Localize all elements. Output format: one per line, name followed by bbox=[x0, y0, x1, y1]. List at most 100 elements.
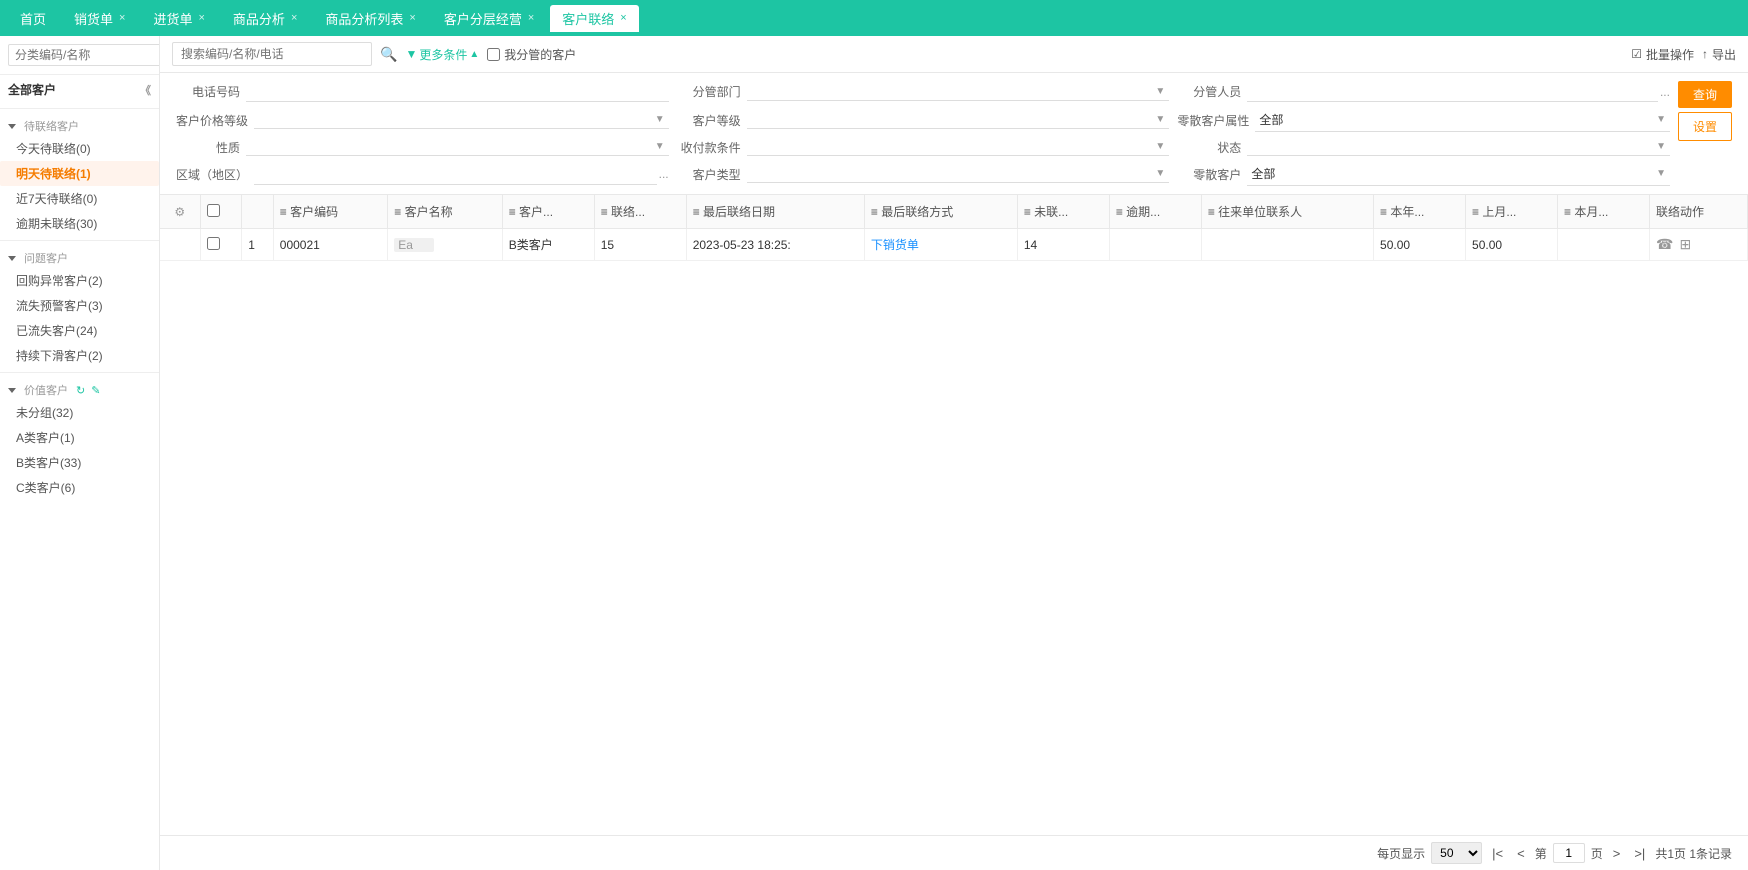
last-method-link[interactable]: 下销货单 bbox=[871, 238, 919, 252]
sidebar-all-customers[interactable]: 全部客户 《 bbox=[0, 75, 159, 104]
region-more-icon[interactable]: ... bbox=[659, 167, 669, 181]
filter-bar: 🔍 ▼ 更多条件 ▲ 我分管的客户 ☑ 批量操作 ↑ 导出 bbox=[160, 36, 1748, 73]
payment-select[interactable]: ▼ bbox=[747, 138, 1170, 156]
price-level-select[interactable]: ▼ bbox=[254, 111, 669, 129]
row-this-month-cell bbox=[1558, 229, 1650, 261]
sidebar-divider-2 bbox=[0, 240, 159, 241]
row-overdue-cell bbox=[1109, 229, 1201, 261]
dept-select[interactable]: ▼ bbox=[747, 83, 1170, 101]
retail-attr-select[interactable]: 全部 ▼ bbox=[1255, 108, 1670, 132]
page-last-button[interactable]: >| bbox=[1630, 844, 1649, 863]
page-next-button[interactable]: > bbox=[1609, 844, 1625, 863]
sidebar-item-today[interactable]: 今天待联络(0) bbox=[0, 136, 159, 161]
nav-customer-contact-close[interactable]: × bbox=[620, 12, 626, 24]
main-search-button[interactable]: 🔍 bbox=[380, 46, 397, 63]
sidebar-item-overdue[interactable]: 逾期未联络(30) bbox=[0, 211, 159, 236]
filter-field-retail-attr: 零散客户属性 全部 ▼ bbox=[1177, 108, 1670, 132]
page-prev-button[interactable]: < bbox=[1513, 844, 1529, 863]
sidebar-divider-3 bbox=[0, 372, 159, 373]
select-all-checkbox[interactable] bbox=[207, 204, 220, 217]
advanced-filter-panel: 电话号码 分管部门 ▼ 分管人员 bbox=[160, 73, 1748, 195]
retail-customer-caret-icon: ▼ bbox=[1656, 168, 1666, 179]
my-customers-checkbox[interactable] bbox=[487, 48, 500, 61]
row-no-contact-cell: 14 bbox=[1017, 229, 1109, 261]
sidebar-group-problem: 问题客户 bbox=[0, 245, 159, 268]
value-group-edit-icon[interactable]: ✎ bbox=[91, 384, 100, 397]
manager-input[interactable] bbox=[1247, 81, 1658, 102]
filter-field-customer-type: 客户类型 ▼ bbox=[677, 165, 1170, 183]
filter-field-status: 状态 ▼ bbox=[1177, 138, 1670, 156]
price-level-caret-icon: ▼ bbox=[655, 114, 665, 125]
retail-customer-select[interactable]: 全部 ▼ bbox=[1247, 162, 1670, 186]
sidebar-group-value: 价值客户 ↻ ✎ bbox=[0, 377, 159, 400]
row-checkbox[interactable] bbox=[207, 237, 220, 250]
pagination-bar: 每页显示 50 100 200 |< < 第 页 > >| 共1页 1条记录 bbox=[160, 835, 1748, 870]
nature-caret-icon: ▼ bbox=[655, 141, 665, 152]
filter-field-customer-level: 客户等级 ▼ bbox=[677, 111, 1170, 129]
filter-field-retail-customer: 零散客户 全部 ▼ bbox=[1177, 162, 1670, 186]
sidebar-search-input[interactable] bbox=[8, 44, 160, 66]
customer-level-caret-icon: ▼ bbox=[1155, 114, 1165, 125]
col-this-year-header: ≡ 本年... bbox=[1374, 195, 1466, 229]
col-contact-header: ≡ 联络... bbox=[594, 195, 686, 229]
col-unit-contact-header: ≡ 往来单位联系人 bbox=[1201, 195, 1373, 229]
page-size-select[interactable]: 50 100 200 bbox=[1431, 842, 1482, 864]
sidebar-item-abnormal[interactable]: 回购异常客户(2) bbox=[0, 268, 159, 293]
col-type-header: ≡ 客户... bbox=[502, 195, 594, 229]
reset-button[interactable]: 设置 bbox=[1678, 112, 1732, 141]
export-button[interactable]: ↑ 导出 bbox=[1702, 46, 1736, 63]
table-row: 1 000021 Ea B类客户 15 2023-05-23 18:25: 下销… bbox=[160, 229, 1748, 261]
sidebar-item-class-b[interactable]: B类客户(33) bbox=[0, 450, 159, 475]
phone-input[interactable] bbox=[246, 81, 669, 102]
adv-filter-actions: 查询 设置 bbox=[1678, 81, 1732, 141]
nav-customer-tier[interactable]: 客户分层经营 × bbox=[432, 5, 546, 32]
sidebar-item-lost[interactable]: 流失预警客户(3) bbox=[0, 293, 159, 318]
nav-product-analysis-close[interactable]: × bbox=[291, 12, 297, 24]
action-grid-icon[interactable]: ⊞ bbox=[1679, 236, 1691, 253]
row-last-date-cell: 2023-05-23 18:25: bbox=[686, 229, 864, 261]
col-no-contact-header: ≡ 未联... bbox=[1017, 195, 1109, 229]
my-customers-checkbox-label[interactable]: 我分管的客户 bbox=[487, 46, 576, 63]
main-search-input[interactable] bbox=[172, 42, 372, 66]
col-checkbox-header bbox=[200, 195, 242, 229]
action-icons-group: ☎ ⊞ bbox=[1656, 236, 1741, 253]
nav-customer-contact[interactable]: 客户联络 × bbox=[550, 5, 638, 32]
sidebar-item-ungrouped[interactable]: 未分组(32) bbox=[0, 400, 159, 425]
sidebar-item-declining[interactable]: 持续下滑客户(2) bbox=[0, 343, 159, 368]
nav-product-analysis-list[interactable]: 商品分析列表 × bbox=[313, 5, 427, 32]
value-group-refresh-icon[interactable]: ↻ bbox=[76, 384, 85, 397]
nav-product-analysis[interactable]: 商品分析 × bbox=[221, 5, 309, 32]
col-settings[interactable]: ⚙ bbox=[160, 195, 200, 229]
nav-product-analysis-list-close[interactable]: × bbox=[409, 12, 415, 24]
content-area: 🔍 ▼ 更多条件 ▲ 我分管的客户 ☑ 批量操作 ↑ 导出 bbox=[160, 36, 1748, 870]
page-first-button[interactable]: |< bbox=[1488, 844, 1507, 863]
col-last-date-header: ≡ 最后联络日期 bbox=[686, 195, 864, 229]
region-input[interactable] bbox=[254, 164, 657, 185]
value-group-arrow bbox=[8, 388, 16, 393]
nature-select[interactable]: ▼ bbox=[246, 138, 669, 156]
filter-field-manager: 分管人员 ... bbox=[1177, 81, 1670, 102]
sidebar-item-week[interactable]: 近7天待联络(0) bbox=[0, 186, 159, 211]
nav-home[interactable]: 首页 bbox=[8, 5, 58, 32]
sidebar-item-class-c[interactable]: C类客户(6) bbox=[0, 475, 159, 500]
batch-operation-button[interactable]: ☑ 批量操作 bbox=[1631, 46, 1694, 63]
nav-sales-close[interactable]: × bbox=[119, 12, 125, 24]
customer-type-select[interactable]: ▼ bbox=[747, 165, 1170, 183]
status-select[interactable]: ▼ bbox=[1247, 138, 1670, 156]
page-number-input[interactable] bbox=[1553, 843, 1585, 863]
sidebar-item-class-a[interactable]: A类客户(1) bbox=[0, 425, 159, 450]
sidebar-item-churn[interactable]: 已流失客户(24) bbox=[0, 318, 159, 343]
more-conditions-button[interactable]: ▼ 更多条件 ▲ bbox=[405, 46, 479, 63]
nav-purchase-close[interactable]: × bbox=[198, 12, 204, 24]
action-phone-icon[interactable]: ☎ bbox=[1656, 236, 1673, 253]
manager-more-icon[interactable]: ... bbox=[1660, 85, 1670, 99]
sidebar-group-pending: 待联络客户 bbox=[0, 113, 159, 136]
customer-type-caret-icon: ▼ bbox=[1155, 168, 1165, 179]
customer-level-select[interactable]: ▼ bbox=[747, 111, 1170, 129]
nav-purchase[interactable]: 进货单 × bbox=[141, 5, 216, 32]
problem-group-arrow bbox=[8, 256, 16, 261]
query-button[interactable]: 查询 bbox=[1678, 81, 1732, 108]
sidebar-item-tomorrow[interactable]: 明天待联络(1) bbox=[0, 161, 159, 186]
nav-customer-tier-close[interactable]: × bbox=[528, 12, 534, 24]
nav-sales[interactable]: 销货单 × bbox=[62, 5, 137, 32]
